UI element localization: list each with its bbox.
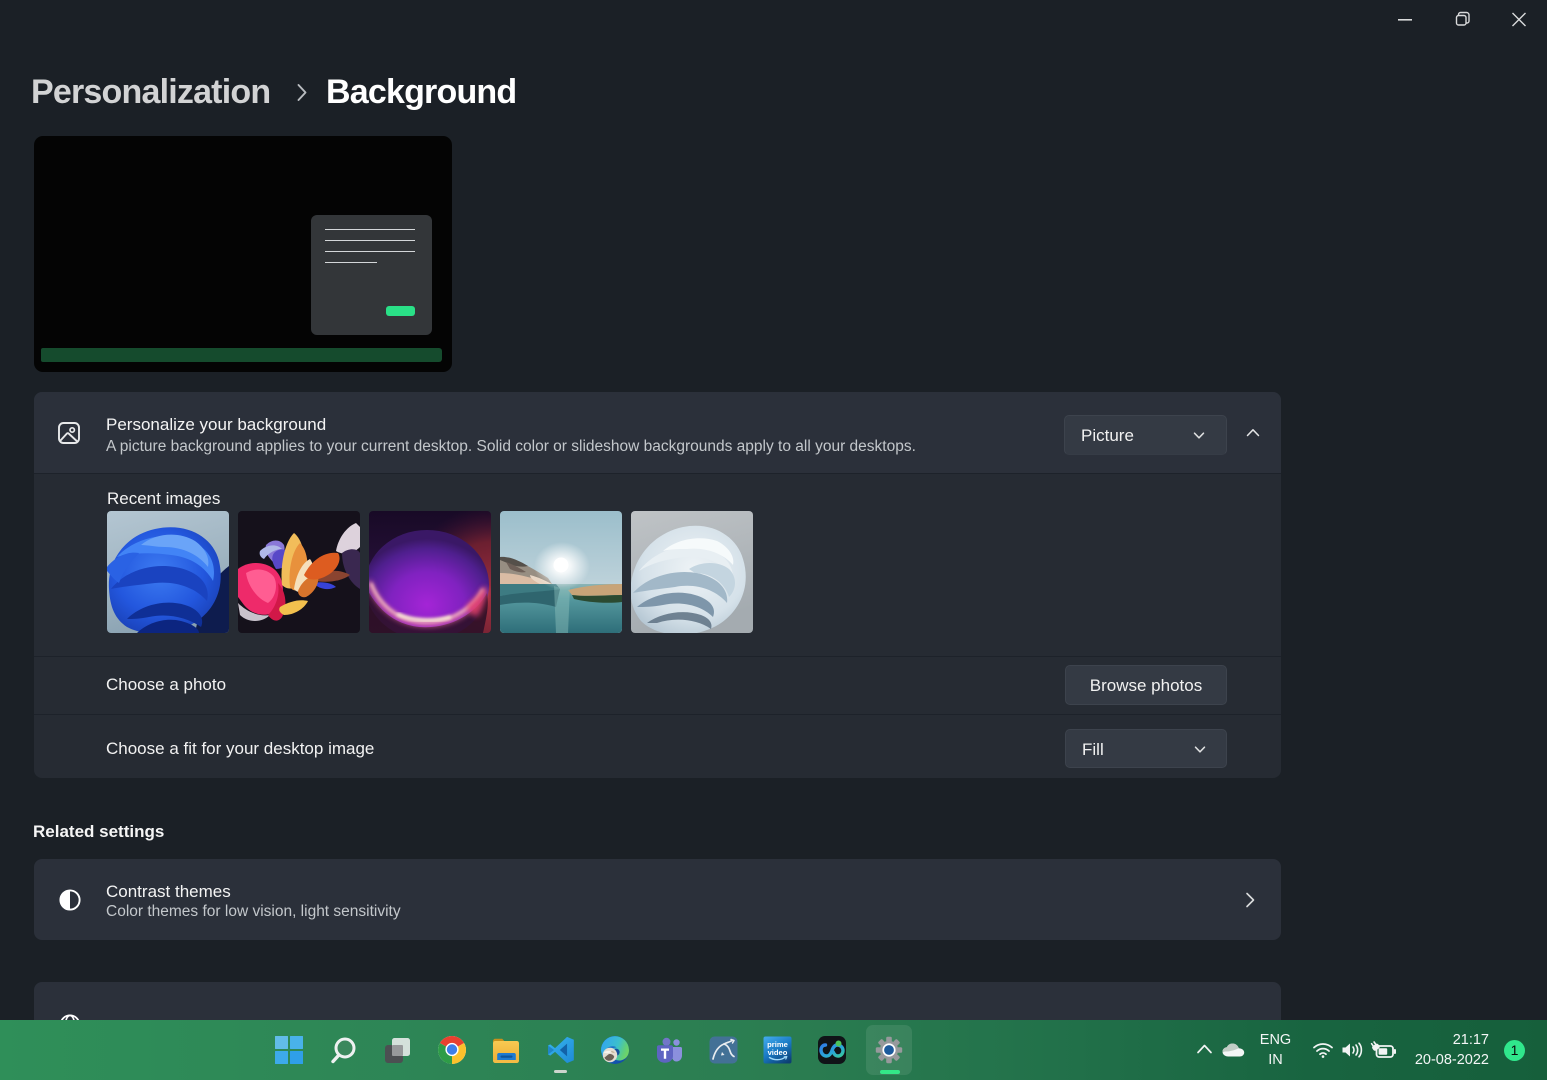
svg-text:video: video <box>768 1048 788 1057</box>
